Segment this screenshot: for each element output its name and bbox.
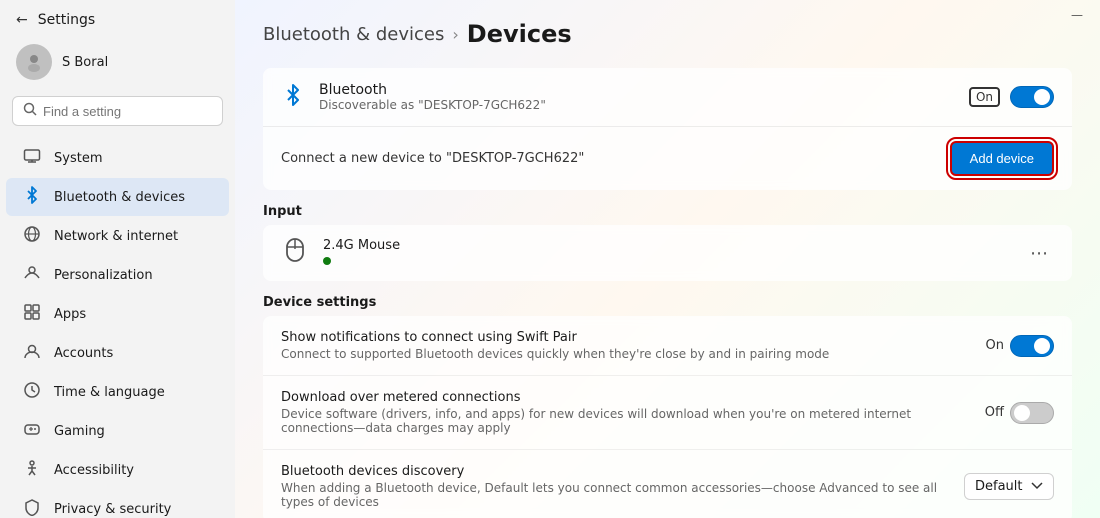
bluetooth-toggle-thumb xyxy=(1034,89,1050,105)
sidebar-item-label-accounts: Accounts xyxy=(54,346,113,361)
accessibility-icon xyxy=(22,459,42,481)
user-name: S Boral xyxy=(62,55,108,70)
apps-icon xyxy=(22,303,42,325)
swift-pair-title: Show notifications to connect using Swif… xyxy=(281,330,960,345)
discovery-dropdown-value: Default xyxy=(975,479,1023,494)
discovery-dropdown[interactable]: Default xyxy=(964,473,1054,500)
input-card: 2.4G Mouse ⋯ xyxy=(263,225,1072,281)
metered-desc: Device software (drivers, info, and apps… xyxy=(281,407,960,435)
search-icon xyxy=(23,102,37,120)
bluetooth-row: Bluetooth Discoverable as "DESKTOP-7GCH6… xyxy=(263,68,1072,126)
privacy-icon xyxy=(22,498,42,518)
sidebar-item-label-apps: Apps xyxy=(54,307,86,322)
bluetooth-label: Bluetooth xyxy=(319,82,955,98)
sidebar-item-label-accessibility: Accessibility xyxy=(54,463,134,478)
breadcrumb-separator: › xyxy=(452,25,458,44)
sidebar-item-accessibility[interactable]: Accessibility xyxy=(6,451,229,489)
mouse-icon xyxy=(281,237,309,269)
gaming-icon xyxy=(22,420,42,442)
bluetooth-info: Bluetooth Discoverable as "DESKTOP-7GCH6… xyxy=(319,82,955,112)
sidebar-item-time[interactable]: Time & language xyxy=(6,373,229,411)
sidebar-item-label-gaming: Gaming xyxy=(54,424,105,439)
sidebar-item-personalization[interactable]: Personalization xyxy=(6,256,229,294)
add-device-row: Connect a new device to "DESKTOP-7GCH622… xyxy=(263,126,1072,190)
device-settings-label: Device settings xyxy=(263,295,1072,310)
breadcrumb-current: Devices xyxy=(467,20,572,48)
sidebar-item-network[interactable]: Network & internet xyxy=(6,217,229,255)
network-icon xyxy=(22,225,42,247)
avatar xyxy=(16,44,52,80)
app-title: Settings xyxy=(38,12,95,28)
time-icon xyxy=(22,381,42,403)
device-settings-card: Show notifications to connect using Swif… xyxy=(263,316,1072,518)
sidebar-item-privacy[interactable]: Privacy & security xyxy=(6,490,229,518)
sidebar-item-accounts[interactable]: Accounts xyxy=(6,334,229,372)
sidebar-item-label-bluetooth: Bluetooth & devices xyxy=(54,190,185,205)
discovery-title: Bluetooth devices discovery xyxy=(281,464,950,479)
swift-pair-desc: Connect to supported Bluetooth devices q… xyxy=(281,347,960,361)
bluetooth-toggle-track[interactable] xyxy=(1010,86,1054,108)
sidebar-item-label-time: Time & language xyxy=(54,385,165,400)
swift-pair-toggle[interactable] xyxy=(1010,335,1054,357)
device-row-mouse: 2.4G Mouse ⋯ xyxy=(263,225,1072,281)
metered-toggle-thumb xyxy=(1014,405,1030,421)
breadcrumb-parent[interactable]: Bluetooth & devices xyxy=(263,24,444,45)
discovery-text: Bluetooth devices discovery When adding … xyxy=(281,464,950,509)
sidebar-item-label-network: Network & internet xyxy=(54,229,178,244)
swift-pair-control: On xyxy=(974,335,1054,357)
breadcrumb: Bluetooth & devices › Devices xyxy=(263,20,1072,48)
discovery-desc: When adding a Bluetooth device, Default … xyxy=(281,481,950,509)
sidebar-item-apps[interactable]: Apps xyxy=(6,295,229,333)
discovery-control: Default xyxy=(964,473,1054,500)
bluetooth-toggle[interactable] xyxy=(1010,86,1054,108)
sidebar-item-gaming[interactable]: Gaming xyxy=(6,412,229,450)
metered-title: Download over metered connections xyxy=(281,390,960,405)
mouse-name: 2.4G Mouse xyxy=(323,238,1010,253)
swift-pair-value: On xyxy=(986,338,1004,353)
bluetooth-card: Bluetooth Discoverable as "DESKTOP-7GCH6… xyxy=(263,68,1072,190)
bluetooth-sub: Discoverable as "DESKTOP-7GCH622" xyxy=(319,98,955,112)
metered-value: Off xyxy=(985,405,1004,420)
main-content: Bluetooth & devices › Devices Bluetooth … xyxy=(235,0,1100,518)
swift-pair-text: Show notifications to connect using Swif… xyxy=(281,330,960,361)
swift-pair-toggle-thumb xyxy=(1034,338,1050,354)
swift-pair-toggle-track[interactable] xyxy=(1010,335,1054,357)
search-input[interactable] xyxy=(43,104,212,119)
sidebar-item-bluetooth[interactable]: Bluetooth & devices xyxy=(6,178,229,216)
metered-text: Download over metered connections Device… xyxy=(281,390,960,435)
sidebar: ← Settings S Boral xyxy=(0,0,235,518)
mouse-status-dot xyxy=(323,257,331,265)
device-more-button[interactable]: ⋯ xyxy=(1024,241,1054,266)
sidebar-item-label-personalization: Personalization xyxy=(54,268,153,283)
metered-toggle-track[interactable] xyxy=(1010,402,1054,424)
accounts-icon xyxy=(22,342,42,364)
back-button[interactable]: ← xyxy=(16,12,28,28)
add-device-button[interactable]: Add device xyxy=(950,141,1054,176)
sidebar-item-system[interactable]: System xyxy=(6,139,229,177)
personalization-icon xyxy=(22,264,42,286)
bluetooth-icon xyxy=(22,186,42,208)
connect-text: Connect a new device to "DESKTOP-7GCH622… xyxy=(281,151,936,166)
discovery-row: Bluetooth devices discovery When adding … xyxy=(263,450,1072,518)
sidebar-item-label-privacy: Privacy & security xyxy=(54,502,171,517)
bluetooth-toggle-text: On xyxy=(969,87,1000,107)
chevron-down-icon xyxy=(1031,479,1043,494)
metered-control: Off xyxy=(974,402,1054,424)
bluetooth-icon xyxy=(281,84,305,111)
system-icon xyxy=(22,147,42,169)
user-profile[interactable]: S Boral xyxy=(0,36,235,88)
nav-list: System Bluetooth & devices Network & int… xyxy=(0,134,235,518)
minimize-button[interactable]: — xyxy=(1070,8,1084,22)
bluetooth-toggle-wrapper: On xyxy=(969,86,1054,108)
search-bar[interactable] xyxy=(12,96,223,126)
metered-row: Download over metered connections Device… xyxy=(263,376,1072,450)
metered-toggle[interactable] xyxy=(1010,402,1054,424)
mouse-info: 2.4G Mouse xyxy=(323,238,1010,269)
swift-pair-row: Show notifications to connect using Swif… xyxy=(263,316,1072,376)
input-section-label: Input xyxy=(263,204,1072,219)
sidebar-item-label-system: System xyxy=(54,151,102,166)
